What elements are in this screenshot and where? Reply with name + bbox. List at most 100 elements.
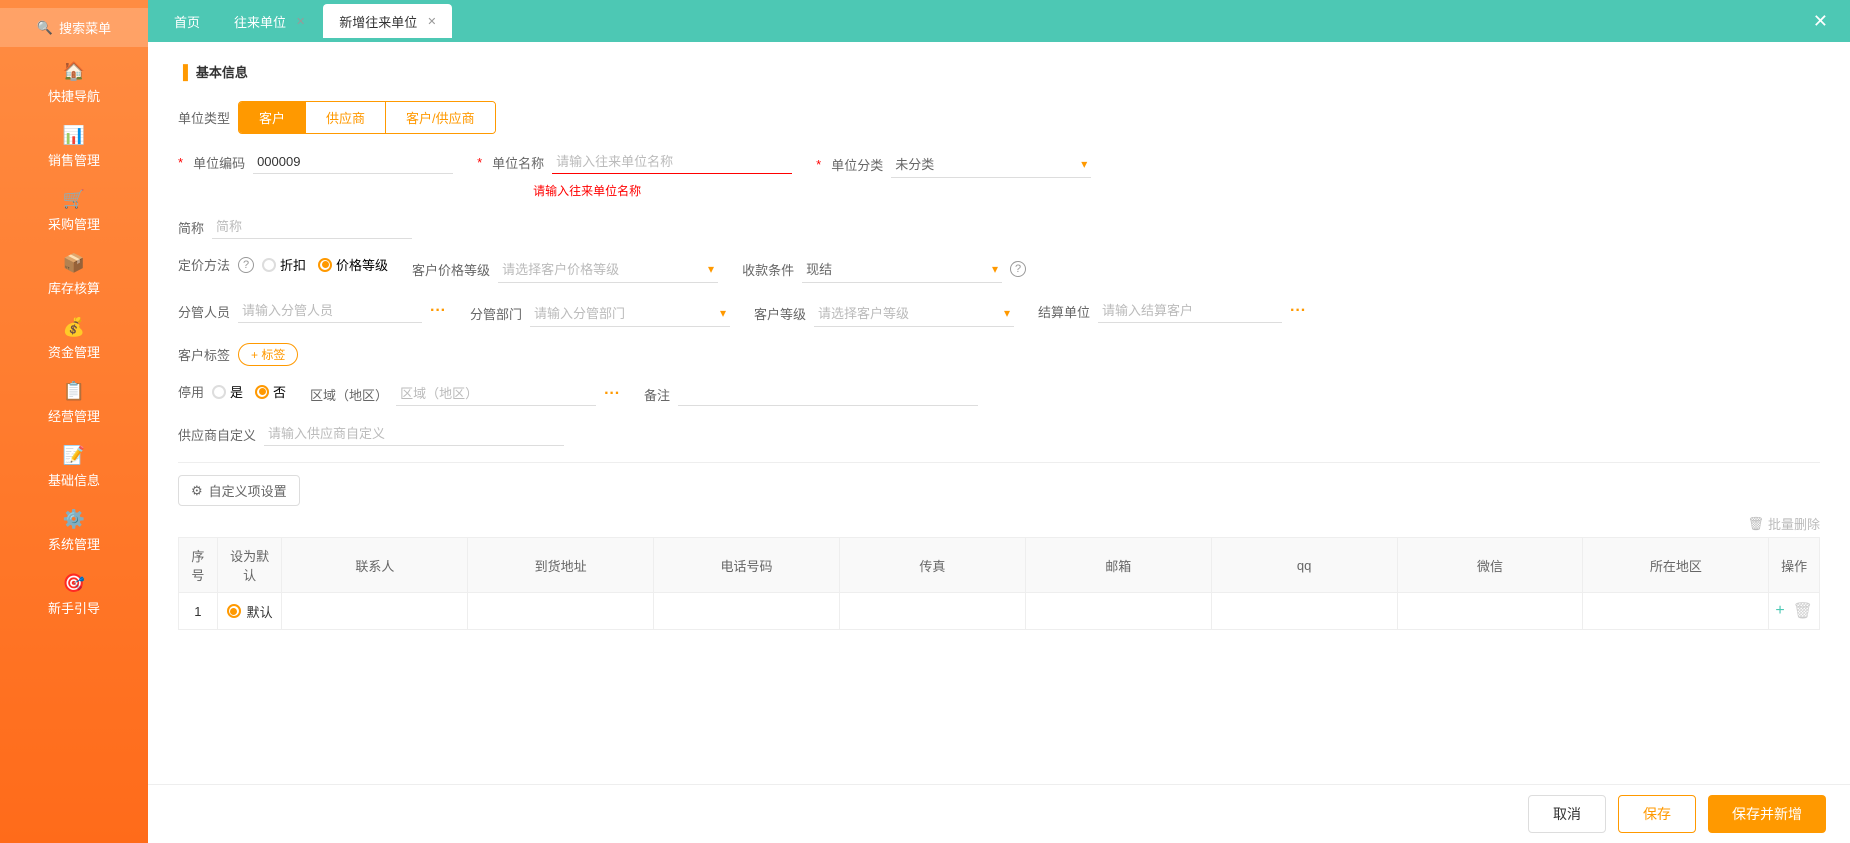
unit-type-group: 单位类型 客户 供应商 客户/供应商 [178,101,496,134]
sidebar-item-guide[interactable]: 🎯 新手引导 [0,563,148,627]
type-btn-supplier[interactable]: 供应商 [305,102,385,133]
row-address[interactable] [468,593,654,630]
sidebar-item-label: 库存核算 [48,278,100,297]
sidebar-item-label: 销售管理 [48,150,100,169]
sidebar: 🔍 搜索菜单 🏠 快捷导航 📊 销售管理 🛒 采购管理 📦 库存核算 💰 资金管… [0,0,148,843]
unit-name-input[interactable] [552,150,792,174]
pricing-discount-label: 折扣 [280,255,306,274]
sidebar-item-sales[interactable]: 📊 销售管理 [0,115,148,179]
supplier-custom-group: 供应商自定义 [178,422,564,446]
save-new-button[interactable]: 保存并新增 [1708,795,1826,833]
quick-nav-icon: 🏠 [63,61,85,82]
settings-icon: ⚙ [191,483,203,499]
region-more-btn[interactable]: ··· [604,385,620,403]
pricing-radio-group: 折扣 价格等级 [262,255,388,274]
custom-settings-label: 自定义项设置 [209,481,287,500]
col-region: 所在地区 [1583,538,1769,593]
row-qq[interactable] [1211,593,1397,630]
search-menu[interactable]: 🔍 搜索菜单 [0,8,148,47]
custom-settings-button[interactable]: ⚙ 自定义项设置 [178,475,300,506]
manager-input[interactable] [238,299,422,323]
sidebar-item-quick-nav[interactable]: 🏠 快捷导航 [0,51,148,115]
tab-new-trade-unit[interactable]: 新增往来单位 ✕ [323,4,452,38]
contact-table: 序号 设为默认 联系人 到货地址 电话号码 传真 邮箱 qq 微信 所在地区 操… [178,537,1820,630]
tab-home[interactable]: 首页 [158,4,216,38]
sidebar-item-inventory[interactable]: 📦 库存核算 [0,243,148,307]
unit-code-group: * 单位编码 [178,150,453,174]
pricing-row: 定价方法 ? 折扣 价格等级 客户价格等级 请选择客户价格等级 [178,255,1820,283]
note-input[interactable] [678,382,978,406]
row-add-button[interactable]: + [1775,602,1784,620]
col-email: 邮箱 [1025,538,1211,593]
department-select[interactable]: 请输入分管部门 ▾ [530,299,730,327]
customer-price-level-select[interactable]: 请选择客户价格等级 ▾ [498,255,718,283]
supplier-custom-input[interactable] [264,422,564,446]
unit-name-label: 单位名称 [492,153,544,172]
operations-icon: 📋 [63,381,85,402]
settlement-unit-input[interactable] [1098,299,1282,323]
payment-terms-label: 收款条件 [742,260,794,279]
row-email[interactable] [1025,593,1211,630]
save-button[interactable]: 保存 [1618,795,1696,833]
batch-delete-button[interactable]: 🗑 批量删除 [1747,514,1820,533]
tab-home-label: 首页 [174,12,200,31]
row-phone[interactable] [654,593,840,630]
disabled-yes-radio[interactable]: 是 [212,382,243,401]
tab-trade-units-close[interactable]: ✕ [296,15,305,28]
window-close-button[interactable]: ✕ [1801,11,1840,32]
tab-bar: 首页 往来单位 ✕ 新增往来单位 ✕ ✕ [148,0,1850,42]
payment-terms-select[interactable]: 现结 ▾ [802,255,1002,283]
payment-help-icon[interactable]: ? [1010,261,1026,277]
department-group: 分管部门 请输入分管部门 ▾ [470,299,730,327]
batch-delete-label: 批量删除 [1768,514,1820,533]
inventory-icon: 📦 [63,253,85,274]
form-content: ▐ 基本信息 单位类型 客户 供应商 客户/供应商 * 单位编码 [148,42,1850,784]
sales-icon: 📊 [63,125,85,146]
sidebar-item-finance[interactable]: 💰 资金管理 [0,307,148,371]
row-contact[interactable] [282,593,468,630]
sidebar-item-system[interactable]: ⚙️ 系统管理 [0,499,148,563]
add-tag-button[interactable]: + 标签 [238,343,298,366]
short-name-input[interactable] [212,215,412,239]
customer-price-level-placeholder: 请选择客户价格等级 [502,259,619,278]
settlement-unit-group: 结算单位 ··· [1038,299,1306,323]
sidebar-item-purchase[interactable]: 🛒 采购管理 [0,179,148,243]
tab-trade-units[interactable]: 往来单位 ✕ [218,4,321,38]
disabled-radio-group: 是 否 [212,382,286,401]
settlement-unit-more-btn[interactable]: ··· [1290,302,1306,320]
pricing-help-icon[interactable]: ? [238,257,254,273]
row-delete-button[interactable]: 🗑 [1793,601,1813,621]
footer: 取消 保存 保存并新增 [148,784,1850,843]
customer-price-level-chevron: ▾ [708,262,714,276]
customer-price-level-group: 客户价格等级 请选择客户价格等级 ▾ [412,255,718,283]
cancel-button[interactable]: 取消 [1528,795,1606,833]
sidebar-item-basic-info[interactable]: 📝 基础信息 [0,435,148,499]
type-btn-customer[interactable]: 客户 [239,102,305,133]
unit-category-select[interactable]: 未分类 ▾ [891,150,1091,178]
row-region[interactable] [1583,593,1769,630]
manager-more-btn[interactable]: ··· [430,302,446,320]
note-label: 备注 [644,385,670,404]
sidebar-item-operations[interactable]: 📋 经营管理 [0,371,148,435]
section-header: ▐ 基本信息 [178,62,1820,81]
col-default: 设为默认 [217,538,282,593]
row-fax[interactable] [839,593,1025,630]
batch-delete-area: 🗑 批量删除 [178,514,1820,533]
row-default-radio[interactable] [227,604,241,618]
tab-new-trade-unit-close[interactable]: ✕ [427,15,436,28]
department-chevron: ▾ [720,306,726,320]
region-input[interactable] [396,382,596,406]
unit-category-chevron: ▾ [1081,157,1087,171]
disabled-no-radio[interactable]: 否 [255,382,286,401]
unit-code-input[interactable] [253,150,453,174]
pricing-level-radio[interactable]: 价格等级 [318,255,388,274]
short-name-row: 简称 [178,215,1820,239]
col-phone: 电话号码 [654,538,840,593]
pricing-discount-radio[interactable]: 折扣 [262,255,306,274]
customer-level-select[interactable]: 请选择客户等级 ▾ [814,299,1014,327]
type-btn-both[interactable]: 客户/供应商 [385,102,495,133]
pricing-method-label: 定价方法 [178,255,230,274]
row-wechat[interactable] [1397,593,1583,630]
disabled-row: 停用 是 否 区域（地区） ··· 备注 [178,382,1820,406]
supplier-custom-row: 供应商自定义 [178,422,1820,446]
